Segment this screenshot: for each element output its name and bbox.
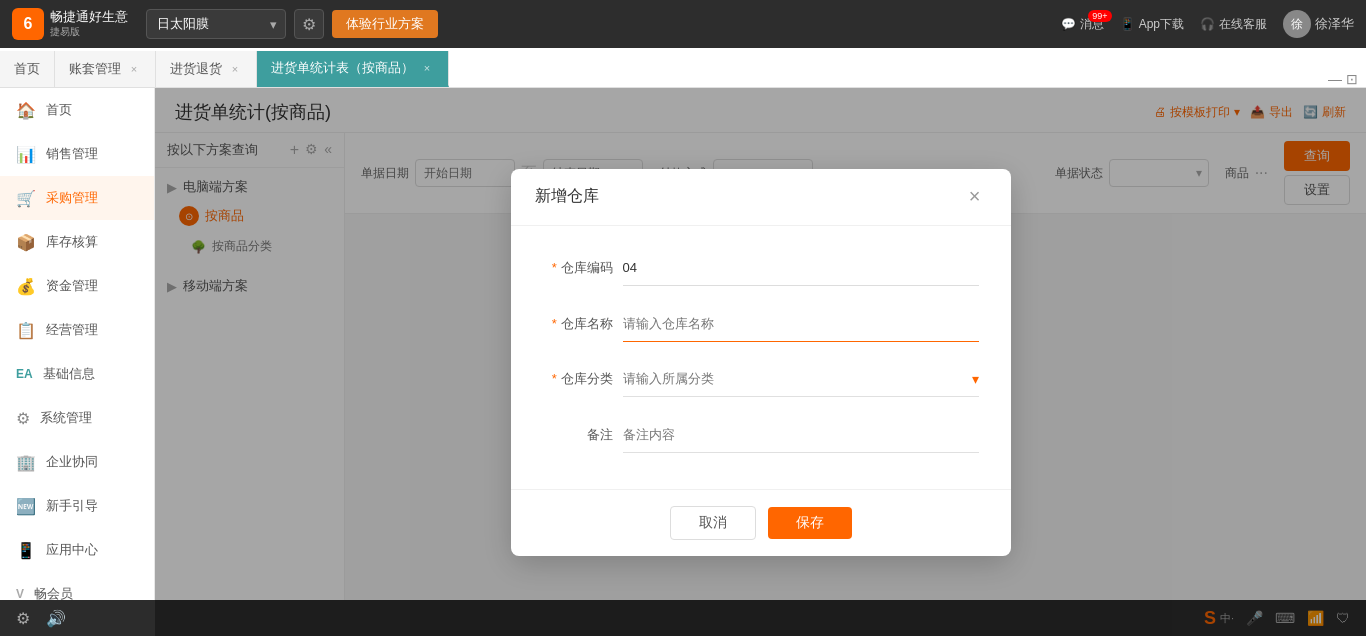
sidebar-home-label: 首页 <box>46 101 72 119</box>
logo-area: 6 畅捷通好生意 捷易版 <box>12 8 128 40</box>
sidebar-system-label: 系统管理 <box>40 409 92 427</box>
purchase-stats-tab-label: 进货单统计表（按商品） <box>271 59 414 77</box>
bottom-speaker-icon[interactable]: 🔊 <box>46 609 66 628</box>
sales-icon: 📊 <box>16 145 36 164</box>
category-label: 仓库分类 <box>543 370 623 388</box>
store-selector[interactable]: 日太阳膜 <box>146 9 286 39</box>
dialog-footer: 取消 保存 <box>511 489 1011 556</box>
sidebar-item-system[interactable]: ⚙ 系统管理 <box>0 396 154 440</box>
sidebar-app-center-label: 应用中心 <box>46 541 98 559</box>
close-purchase-return-tab-icon[interactable]: × <box>228 62 242 76</box>
app-center-icon: 📱 <box>16 541 36 560</box>
system-icon: ⚙ <box>16 409 30 428</box>
name-input[interactable] <box>623 306 979 342</box>
purchase-icon: 🛒 <box>16 189 36 208</box>
new-warehouse-dialog: 新增仓库 × 仓库编码 仓库名称 仓库分类 <box>511 169 1011 556</box>
finance-icon: 💰 <box>16 277 36 296</box>
code-field-row: 仓库编码 <box>543 250 979 286</box>
tab-bar: 首页 账套管理 × 进货退货 × 进货单统计表（按商品） × — ⊡ <box>0 48 1366 88</box>
tab-accounts[interactable]: 账套管理 × <box>55 51 156 87</box>
username: 徐泽华 <box>1315 15 1354 33</box>
brand-sub: 捷易版 <box>50 25 128 39</box>
main-layout: 🏠 首页 📊 销售管理 🛒 采购管理 📦 库存核算 💰 资金管理 📋 经营管理 … <box>0 88 1366 636</box>
sidebar-item-basics[interactable]: EA 基础信息 <box>0 352 154 396</box>
accounts-tab-label: 账套管理 <box>69 60 121 78</box>
sidebar-basics-label: 基础信息 <box>43 365 95 383</box>
category-select[interactable]: ▾ <box>623 362 979 397</box>
sidebar-item-operations[interactable]: 📋 经营管理 <box>0 308 154 352</box>
sidebar-sales-label: 销售管理 <box>46 145 98 163</box>
name-field-row: 仓库名称 <box>543 306 979 342</box>
sidebar-item-finance[interactable]: 💰 资金管理 <box>0 264 154 308</box>
sidebar-item-enterprise[interactable]: 🏢 企业协同 <box>0 440 154 484</box>
header-right: 💬 消息 99+ 📱 App下载 🎧 在线客服 徐 徐泽华 <box>1061 10 1354 38</box>
user-area[interactable]: 徐 徐泽华 <box>1283 10 1354 38</box>
note-input[interactable] <box>623 417 979 453</box>
category-dropdown-icon: ▾ <box>972 371 979 387</box>
app-download-button[interactable]: 📱 App下载 <box>1120 16 1184 33</box>
sidebar-item-inventory[interactable]: 📦 库存核算 <box>0 220 154 264</box>
mobile-icon: 📱 <box>1120 17 1135 31</box>
membership-icon: V <box>16 587 24 601</box>
name-label: 仓库名称 <box>543 315 623 333</box>
sidebar-newbie-label: 新手引导 <box>46 497 98 515</box>
dialog-close-button[interactable]: × <box>963 185 987 209</box>
tab-purchase-stats[interactable]: 进货单统计表（按商品） × <box>257 51 449 87</box>
sidebar: 🏠 首页 📊 销售管理 🛒 采购管理 📦 库存核算 💰 资金管理 📋 经营管理 … <box>0 88 155 636</box>
sidebar-purchase-label: 采购管理 <box>46 189 98 207</box>
top-header: 6 畅捷通好生意 捷易版 日太阳膜 ⚙ 体验行业方案 💬 消息 99+ 📱 Ap… <box>0 0 1366 48</box>
code-input[interactable] <box>623 250 979 286</box>
tab-home[interactable]: 首页 <box>0 51 55 87</box>
headset-icon: 🎧 <box>1200 17 1215 31</box>
modal-overlay[interactable]: 新增仓库 × 仓库编码 仓库名称 仓库分类 <box>155 88 1366 636</box>
cancel-button[interactable]: 取消 <box>670 506 756 540</box>
sidebar-enterprise-label: 企业协同 <box>46 453 98 471</box>
message-icon: 💬 <box>1061 17 1076 31</box>
note-field-row: 备注 <box>543 417 979 453</box>
dialog-header: 新增仓库 × <box>511 169 1011 226</box>
purchase-return-tab-label: 进货退货 <box>170 60 222 78</box>
operations-icon: 📋 <box>16 321 36 340</box>
bottom-settings-icon[interactable]: ⚙ <box>16 609 30 628</box>
brand-name: 畅捷通好生意 <box>50 9 128 25</box>
sidebar-operations-label: 经营管理 <box>46 321 98 339</box>
sidebar-item-sales[interactable]: 📊 销售管理 <box>0 132 154 176</box>
newbie-icon: 🆕 <box>16 497 36 516</box>
messages-button[interactable]: 💬 消息 99+ <box>1061 16 1104 33</box>
trial-button[interactable]: 体验行业方案 <box>332 10 438 38</box>
settings-button[interactable]: ⚙ <box>294 9 324 39</box>
sidebar-inventory-label: 库存核算 <box>46 233 98 251</box>
enterprise-icon: 🏢 <box>16 453 36 472</box>
tab-expand-icon[interactable]: ⊡ <box>1346 71 1358 87</box>
app-logo: 6 <box>12 8 44 40</box>
category-input[interactable] <box>623 362 972 396</box>
dialog-title: 新增仓库 <box>535 186 599 207</box>
close-purchase-stats-tab-icon[interactable]: × <box>420 61 434 75</box>
message-badge: 99+ <box>1088 10 1111 22</box>
dialog-body: 仓库编码 仓库名称 仓库分类 ▾ <box>511 226 1011 489</box>
sidebar-finance-label: 资金管理 <box>46 277 98 295</box>
code-label: 仓库编码 <box>543 259 623 277</box>
content-area: 进货单统计(按商品) 🖨 按模板打印 ▾ 📤 导出 🔄 刷新 <box>155 88 1366 636</box>
home-tab-label: 首页 <box>14 60 40 78</box>
basics-icon: EA <box>16 367 33 381</box>
sidebar-item-app-center[interactable]: 📱 应用中心 <box>0 528 154 572</box>
sidebar-item-purchase[interactable]: 🛒 采购管理 <box>0 176 154 220</box>
note-label: 备注 <box>543 426 623 444</box>
category-field-row: 仓库分类 ▾ <box>543 362 979 397</box>
tab-minimize-icon[interactable]: — <box>1328 71 1342 87</box>
sidebar-item-newbie[interactable]: 🆕 新手引导 <box>0 484 154 528</box>
save-button[interactable]: 保存 <box>768 507 852 539</box>
tab-controls: — ⊡ <box>1328 71 1366 87</box>
inventory-icon: 📦 <box>16 233 36 252</box>
tab-purchase-return[interactable]: 进货退货 × <box>156 51 257 87</box>
close-accounts-tab-icon[interactable]: × <box>127 62 141 76</box>
home-icon: 🏠 <box>16 101 36 120</box>
sidebar-item-home[interactable]: 🏠 首页 <box>0 88 154 132</box>
avatar: 徐 <box>1283 10 1311 38</box>
online-service-button[interactable]: 🎧 在线客服 <box>1200 16 1267 33</box>
